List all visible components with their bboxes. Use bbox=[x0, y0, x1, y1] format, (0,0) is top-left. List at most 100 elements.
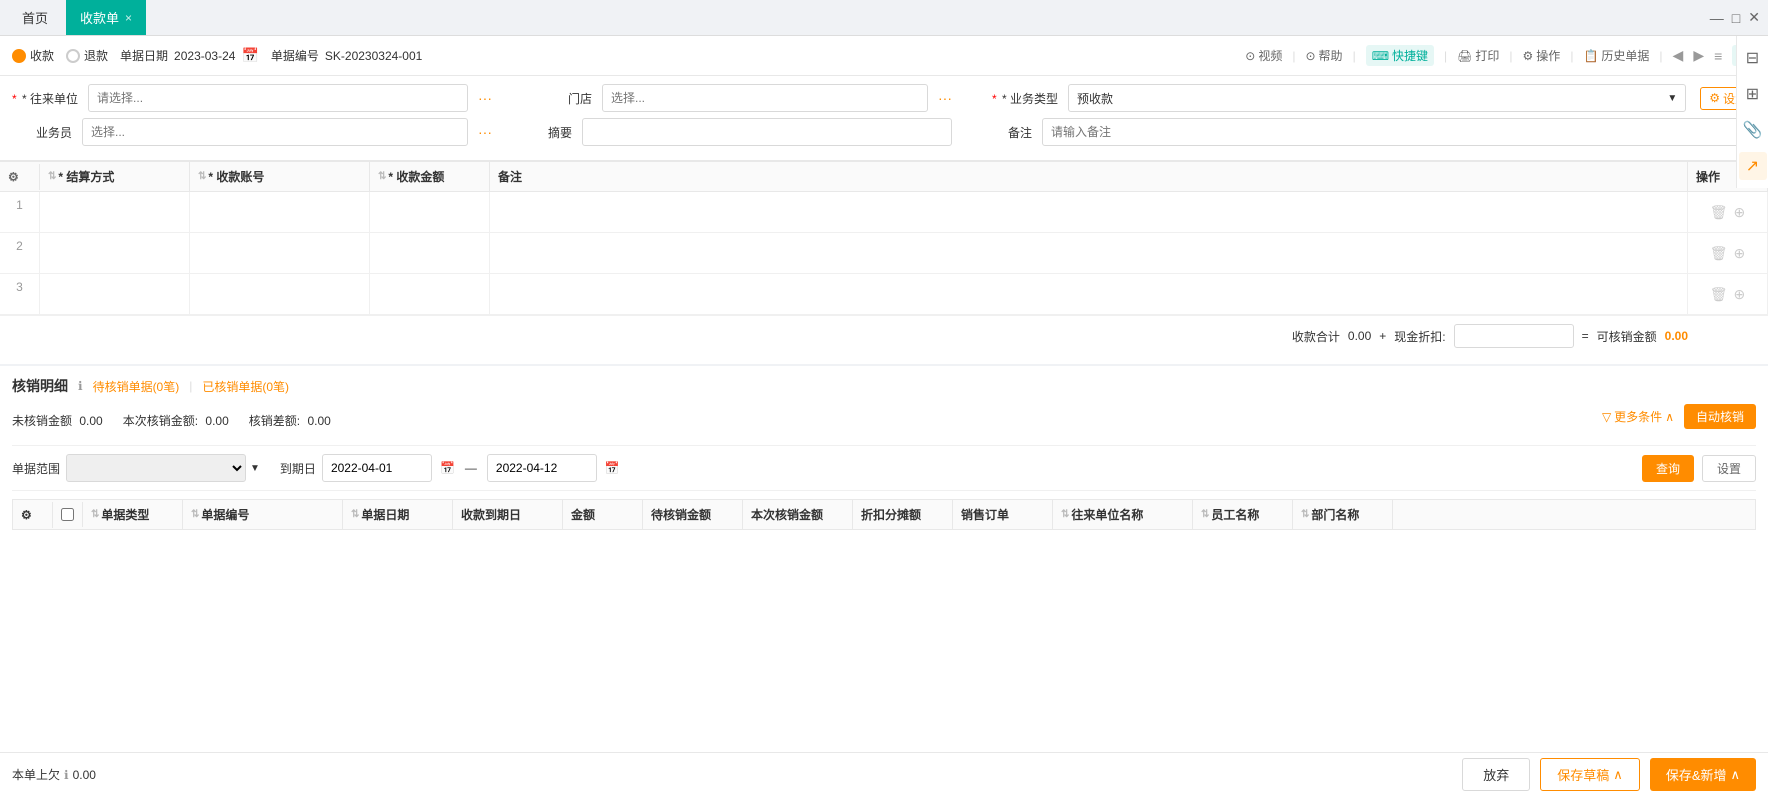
discount-input[interactable] bbox=[1454, 324, 1574, 348]
tab-receipt[interactable]: 收款单 × bbox=[66, 0, 146, 35]
history-icon: 📋 bbox=[1583, 49, 1598, 63]
pending-tab[interactable]: 待核销单据(0笔) bbox=[93, 378, 180, 395]
td-amount-1[interactable] bbox=[370, 192, 490, 232]
filter-row: 单据范围 ▼ 到期日 📅 — 📅 查询 设置 bbox=[12, 445, 1756, 491]
delete-row-1-icon[interactable]: 🗑 bbox=[1710, 204, 1728, 221]
td-remark-3[interactable] bbox=[490, 274, 1688, 314]
bth-discount: 折扣分摊额 bbox=[853, 500, 953, 529]
staff-more-icon[interactable]: ··· bbox=[478, 124, 492, 140]
verify-filter-btns: ▽ 更多条件 ∧ 自动核销 bbox=[1602, 404, 1756, 429]
verify-title: 核销明细 ℹ 待核销单据(0笔) | 已核销单据(0笔) bbox=[12, 376, 1756, 396]
save-new-chevron-icon: ∧ bbox=[1730, 767, 1740, 783]
calendar-to-icon[interactable]: 📅 bbox=[605, 461, 620, 475]
bottom-table-header: ⚙ ⇅ 单据类型 ⇅ 单据编号 ⇅ 单据日期 收款到期日 金额 bbox=[12, 499, 1756, 530]
delete-row-2-icon[interactable]: 🗑 bbox=[1710, 245, 1728, 262]
copy-row-1-icon[interactable]: ⊕ bbox=[1734, 204, 1746, 221]
copy-row-3-icon[interactable]: ⊕ bbox=[1734, 286, 1746, 303]
bth-counter-party: ⇅ 往来单位名称 bbox=[1053, 500, 1193, 529]
abandon-button[interactable]: 放弃 bbox=[1462, 758, 1530, 791]
total-label: 收款合计 bbox=[1292, 328, 1340, 345]
save-new-button[interactable]: 保存&新增 ∧ bbox=[1650, 758, 1756, 791]
close-window-button[interactable]: ✕ bbox=[1748, 9, 1760, 26]
date-label: 单据日期 bbox=[120, 47, 168, 64]
counter-party-more-icon[interactable]: ··· bbox=[478, 90, 492, 106]
remark-input[interactable] bbox=[1042, 118, 1756, 146]
business-type-dropdown[interactable]: 预收款 ▼ bbox=[1068, 84, 1686, 112]
tab-home-label: 首页 bbox=[22, 8, 48, 27]
summary-input[interactable] bbox=[582, 118, 952, 146]
remark-label: 备注 bbox=[992, 124, 1032, 141]
maximize-button[interactable]: □ bbox=[1732, 9, 1740, 26]
staff-field: 业务员 ··· bbox=[12, 118, 492, 146]
auto-verify-button[interactable]: 自动核销 bbox=[1684, 404, 1756, 429]
total-value: 0.00 bbox=[1348, 329, 1371, 343]
discount-label: 现金折扣: bbox=[1394, 328, 1445, 345]
bottom-info-value: 0.00 bbox=[73, 768, 96, 782]
video-btn[interactable]: ⊙ 视频 bbox=[1245, 47, 1282, 64]
more-conditions-btn[interactable]: ▽ 更多条件 ∧ bbox=[1602, 408, 1674, 425]
print-btn[interactable]: 🖨 打印 bbox=[1457, 47, 1499, 64]
business-type-label: * * 业务类型 bbox=[992, 90, 1058, 107]
radio-receipt[interactable]: 收款 bbox=[12, 47, 54, 64]
delete-row-3-icon[interactable]: 🗑 bbox=[1710, 286, 1728, 303]
remark-field: 备注 bbox=[992, 118, 1756, 146]
list-view-btn[interactable]: ≡ bbox=[1714, 48, 1722, 64]
operations-btn[interactable]: ⚙ 操作 bbox=[1523, 47, 1561, 64]
shortcut-btn[interactable]: ⌨ 快捷键 bbox=[1366, 45, 1434, 66]
store-more-icon[interactable]: ··· bbox=[938, 90, 952, 106]
divider6: | bbox=[1659, 49, 1662, 63]
summary-label: 摘要 bbox=[532, 124, 572, 141]
bth-dept: ⇅ 部门名称 bbox=[1293, 500, 1393, 529]
history-btn[interactable]: 📋 历史单据 bbox=[1583, 47, 1649, 64]
range-select[interactable] bbox=[66, 454, 246, 482]
copy-row-2-icon[interactable]: ⊕ bbox=[1734, 245, 1746, 262]
staff-input[interactable] bbox=[82, 118, 468, 146]
bth-settings[interactable]: ⚙ bbox=[13, 502, 53, 528]
done-tab[interactable]: 已核销单据(0笔) bbox=[202, 378, 289, 395]
bth-doc-type: ⇅ 单据类型 bbox=[83, 500, 183, 529]
bth-checkbox[interactable] bbox=[53, 502, 83, 527]
td-remark-2[interactable] bbox=[490, 233, 1688, 273]
sidebar-list-icon[interactable]: ⊞ bbox=[1739, 80, 1767, 108]
td-settlement-3[interactable] bbox=[40, 274, 190, 314]
tab-home[interactable]: 首页 bbox=[8, 0, 62, 35]
equals-sign: = bbox=[1582, 329, 1589, 343]
counter-party-input[interactable] bbox=[88, 84, 468, 112]
radio-refund[interactable]: 退款 bbox=[66, 47, 108, 64]
radio-refund-circle bbox=[66, 49, 80, 63]
select-all-checkbox[interactable] bbox=[61, 508, 74, 521]
prev-record-btn[interactable]: ◀ bbox=[1673, 47, 1684, 64]
td-amount-3[interactable] bbox=[370, 274, 490, 314]
sidebar-table-icon[interactable]: ⊟ bbox=[1739, 44, 1767, 72]
bth-current: 本次核销金额 bbox=[743, 500, 853, 529]
query-button[interactable]: 查询 bbox=[1642, 455, 1694, 482]
td-account-3[interactable] bbox=[190, 274, 370, 314]
help-btn[interactable]: ⊙ 帮助 bbox=[1305, 47, 1342, 64]
td-settlement-2[interactable] bbox=[40, 233, 190, 273]
filter-settings-button[interactable]: 设置 bbox=[1702, 455, 1756, 482]
td-amount-2[interactable] bbox=[370, 233, 490, 273]
td-account-1[interactable] bbox=[190, 192, 370, 232]
minimize-button[interactable]: — bbox=[1710, 9, 1724, 26]
date-from-input[interactable] bbox=[322, 454, 432, 482]
td-settlement-1[interactable] bbox=[40, 192, 190, 232]
next-record-btn[interactable]: ▶ bbox=[1693, 47, 1704, 64]
tab-close-icon[interactable]: × bbox=[125, 11, 132, 25]
sidebar-attach-icon[interactable]: 📎 bbox=[1739, 116, 1767, 144]
verify-area: 核销明细 ℹ 待核销单据(0笔) | 已核销单据(0笔) 未核销金额 0.00 … bbox=[0, 364, 1768, 796]
date-value: 2023-03-24 bbox=[174, 49, 235, 63]
date-field: 到期日 📅 — 📅 bbox=[280, 454, 620, 482]
save-draft-button[interactable]: 保存草稿 ∧ bbox=[1540, 758, 1640, 791]
store-input[interactable] bbox=[602, 84, 928, 112]
sidebar-expand-icon[interactable]: ↗ bbox=[1739, 152, 1767, 180]
table-settings-icon[interactable]: ⚙ bbox=[0, 164, 40, 190]
td-account-2[interactable] bbox=[190, 233, 370, 273]
main-container: 收款 退款 单据日期 2023-03-24 📅 单据编号 SK-20230324… bbox=[0, 36, 1768, 796]
td-remark-1[interactable] bbox=[490, 192, 1688, 232]
date-picker-icon[interactable]: 📅 bbox=[241, 47, 258, 64]
date-to-input[interactable] bbox=[487, 454, 597, 482]
number-field: 单据编号 SK-20230324-001 bbox=[271, 47, 422, 64]
row-num-3: 3 bbox=[0, 274, 40, 314]
calendar-from-icon[interactable]: 📅 bbox=[440, 461, 455, 475]
store-label: 门店 bbox=[532, 90, 592, 107]
